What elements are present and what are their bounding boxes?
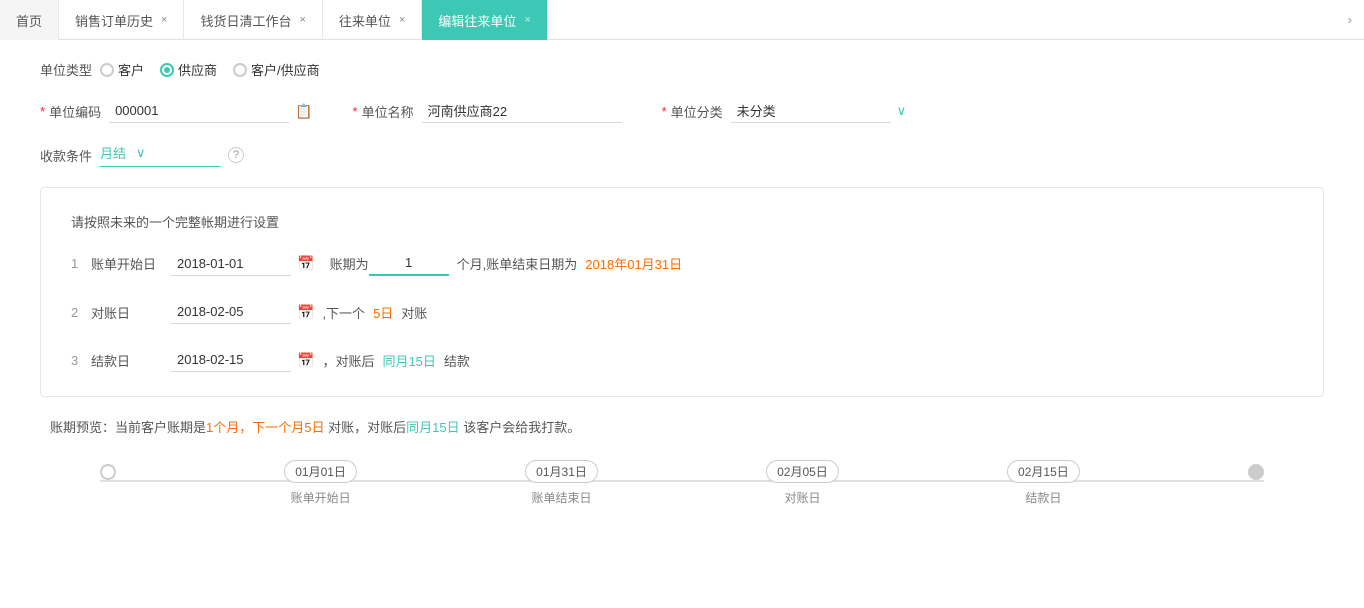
timeline-end-dot [1248, 464, 1264, 480]
preview-part4: 同月15日 [406, 420, 459, 435]
tab-cash-work[interactable]: 钱货日清工作台 × [184, 0, 322, 40]
preview-part5: 该客户会给我打款。 [460, 420, 581, 435]
payment-day-highlight: 同月15日 [382, 351, 435, 370]
timeline-badge-2: 01月31日 [525, 460, 598, 483]
tab-home[interactable]: 首页 [0, 0, 59, 40]
unit-code-group: * 单位编码 📋 [40, 99, 313, 123]
payment-condition-value: 月结 [100, 143, 126, 162]
timeline-badge-3: 02月05日 [766, 460, 839, 483]
radio-customer[interactable]: 客户 [100, 60, 144, 79]
reconcile-day-highlight: 5日 [373, 303, 393, 322]
setting-row-2: 2 对账日 📅 ,下一个 5日 对账 [71, 300, 1293, 324]
unit-code-label: 单位编码 [49, 102, 101, 121]
reconcile-date-calendar-icon[interactable]: 📅 [297, 304, 314, 321]
reconcile-date-input[interactable] [171, 300, 291, 324]
timeline-label-2: 账单结束日 [532, 489, 592, 506]
tab-sales-history-close[interactable]: × [161, 14, 167, 26]
timeline-points: 01月01日 账单开始日 01月31日 账单结束日 02月05日 对账日 02月… [100, 460, 1264, 506]
timeline-point-3: 02月05日 对账日 [766, 460, 839, 506]
settings-box: 请按照未来的一个完整帐期进行设置 1 账单开始日 📅 账期为 个月,账单结束日期… [40, 187, 1324, 397]
unit-name-input[interactable] [422, 99, 622, 123]
unit-category-dropdown-icon[interactable]: ∨ [897, 103, 907, 119]
preview-text: 账期预览：当前客户账期是1个月，下一个月5日 对账，对账后同月15日 该客户会给… [40, 417, 1324, 436]
payment-condition-select[interactable]: 月结 ∨ [100, 143, 220, 167]
radio-supplier[interactable]: 供应商 [160, 60, 217, 79]
tab-sales-history[interactable]: 销售订单历史 × [59, 0, 184, 40]
unit-category-label: 单位分类 [671, 102, 723, 121]
timeline-badge-4: 02月15日 [1007, 460, 1080, 483]
timeline-point-2: 01月31日 账单结束日 [525, 460, 598, 506]
unit-type-label: 单位类型 [40, 60, 92, 79]
unit-name-group: * 单位名称 [353, 99, 622, 123]
tab-partner-close[interactable]: × [399, 14, 405, 26]
start-date-calendar-icon[interactable]: 📅 [297, 255, 314, 272]
unit-category-group: * 单位分类 ∨ [662, 99, 907, 123]
timeline-label-3: 对账日 [784, 489, 820, 506]
unit-info-row: * 单位编码 📋 * 单位名称 * 单位分类 ∨ [40, 99, 1324, 123]
tab-edit-partner-close[interactable]: × [524, 14, 530, 26]
reconcile-suffix: 对账 [401, 303, 427, 322]
setting-row-1: 1 账单开始日 📅 账期为 个月,账单结束日期为 2018年01月31日 [71, 251, 1293, 276]
period-label: 账期为 [322, 254, 368, 273]
tab-cash-work-close[interactable]: × [299, 14, 305, 26]
settings-title: 请按照未来的一个完整帐期进行设置 [71, 212, 1293, 231]
start-date-input[interactable] [171, 252, 291, 276]
step-label-1: 账单开始日 [91, 254, 171, 273]
unit-type-row: 单位类型 客户 供应商 客户/供应商 [40, 60, 1324, 79]
payment-date-input[interactable] [171, 348, 291, 372]
payment-dropdown-icon[interactable]: ∨ [136, 145, 146, 161]
timeline-point-1: 01月01日 账单开始日 [284, 460, 357, 506]
step-label-3: 结款日 [91, 351, 171, 370]
unit-category-input[interactable] [731, 99, 891, 123]
setting-row-3: 3 结款日 📅 ，对账后 同月15日 结款 [71, 348, 1293, 372]
preview-prefix: 账期预览：当前客户账期是 [50, 420, 206, 435]
end-date-highlight: 2018年01月31日 [585, 254, 682, 273]
step-num-3: 3 [71, 353, 91, 368]
period-suffix: 个月,账单结束日期为 [457, 254, 578, 273]
unit-code-input[interactable] [109, 99, 289, 123]
payment-condition-row: 收款条件 月结 ∨ ? [40, 143, 1324, 167]
tab-expand-button[interactable]: › [1336, 0, 1364, 39]
payment-condition-group: 收款条件 月结 ∨ ? [40, 143, 244, 167]
radio-customer-circle [100, 63, 114, 77]
main-content: 单位类型 客户 供应商 客户/供应商 * 单位编码 [0, 40, 1364, 608]
timeline-point-4: 02月15日 结款日 [1007, 460, 1080, 506]
timeline-label-1: 账单开始日 [291, 489, 351, 506]
payment-condition-label: 收款条件 [40, 146, 92, 165]
radio-both-circle [233, 63, 247, 77]
timeline-start-dot [100, 464, 116, 480]
help-icon[interactable]: ? [228, 147, 244, 163]
unit-name-label: 单位名称 [362, 102, 414, 121]
step-num-1: 1 [71, 256, 91, 271]
period-input[interactable] [369, 251, 449, 276]
payment-date-calendar-icon[interactable]: 📅 [297, 352, 314, 369]
unit-type-group: 单位类型 客户 供应商 客户/供应商 [40, 60, 320, 79]
reconcile-prefix: ,下一个 [322, 303, 365, 322]
radio-group: 客户 供应商 客户/供应商 [100, 60, 320, 79]
radio-both[interactable]: 客户/供应商 [233, 60, 320, 79]
preview-part3: 对账，对账后 [324, 420, 406, 435]
payment-suffix: 结款 [444, 351, 470, 370]
step-label-2: 对账日 [91, 303, 171, 322]
payment-prefix: ，对账后 [322, 351, 374, 370]
tab-bar: 首页 销售订单历史 × 钱货日清工作台 × 往来单位 × 编辑往来单位 × › [0, 0, 1364, 40]
step-num-2: 2 [71, 305, 91, 320]
radio-supplier-circle [160, 63, 174, 77]
preview-part2: 下一个月5日 [252, 420, 324, 435]
timeline-badge-1: 01月01日 [284, 460, 357, 483]
timeline-wrapper: 01月01日 账单开始日 01月31日 账单结束日 02月05日 对账日 02月… [40, 460, 1324, 506]
tab-partner[interactable]: 往来单位 × [323, 0, 422, 40]
unit-code-icon[interactable]: 📋 [295, 103, 312, 120]
timeline-label-4: 结款日 [1025, 489, 1061, 506]
preview-part1: 1个月， [206, 420, 252, 435]
tab-edit-partner[interactable]: 编辑往来单位 × [422, 0, 547, 40]
